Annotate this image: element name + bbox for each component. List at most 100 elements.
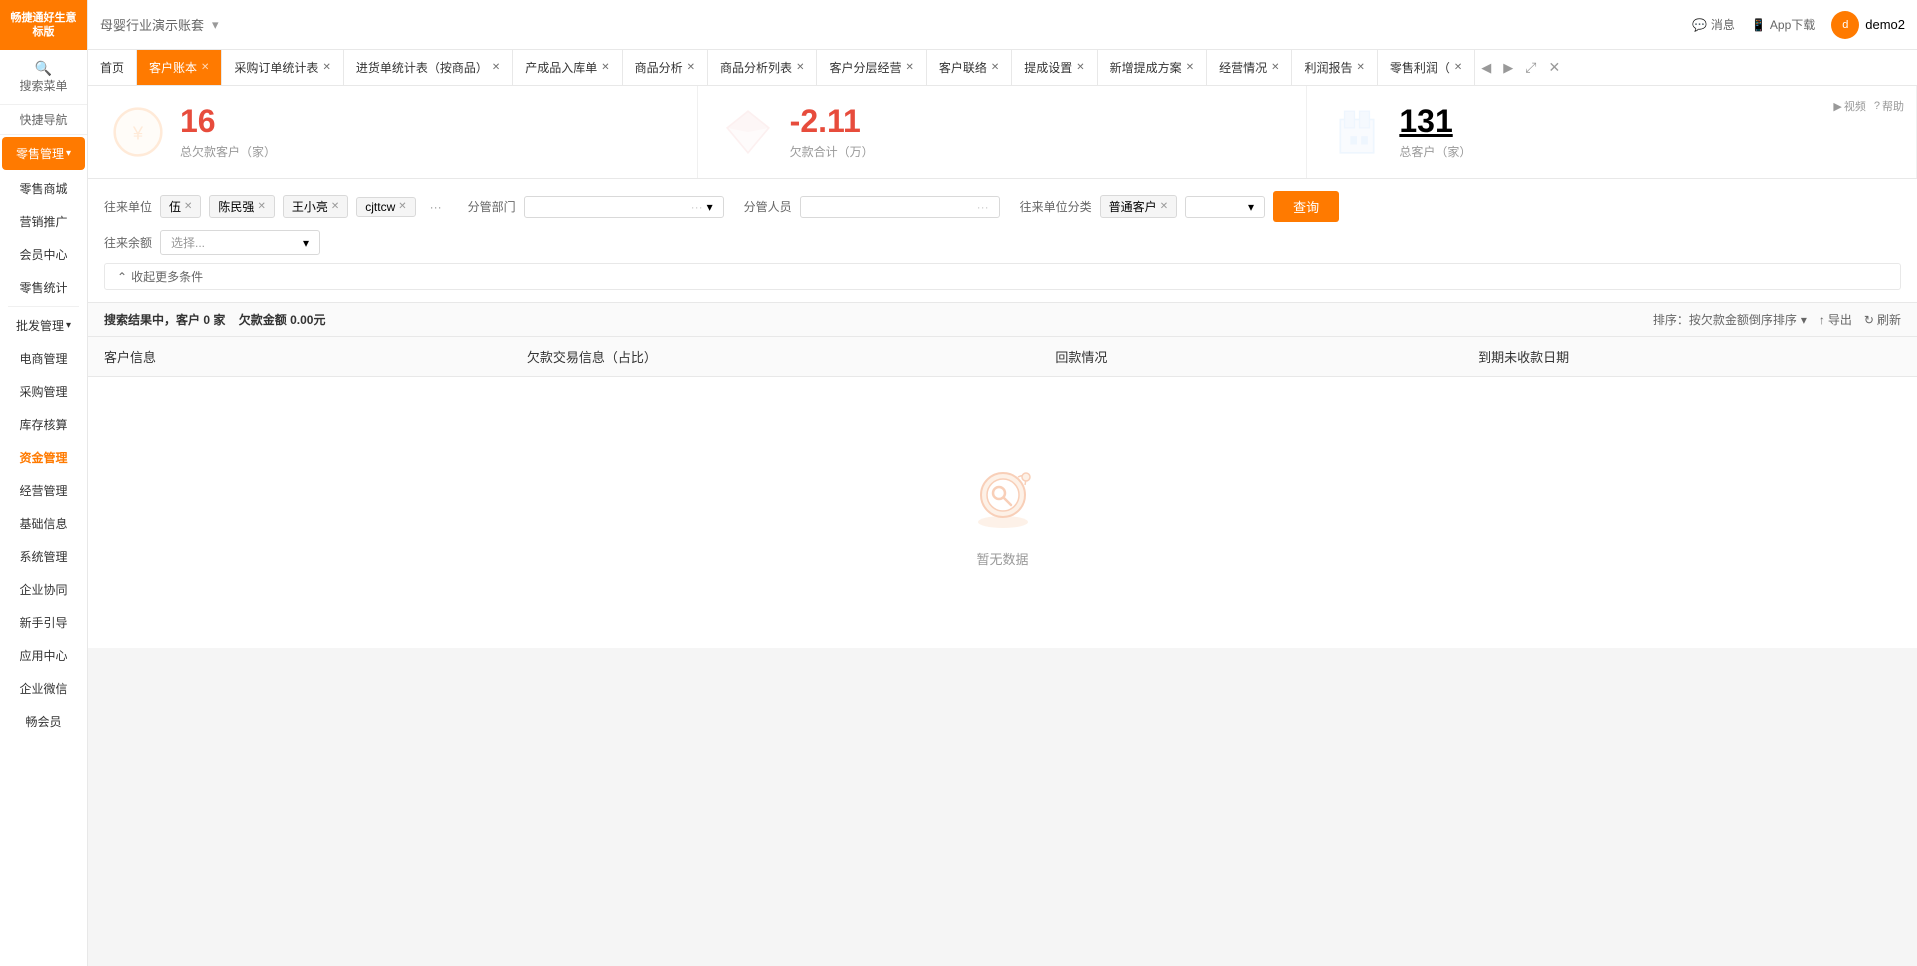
sidebar-item-changhui[interactable]: 畅会员: [0, 705, 87, 738]
tab-customer-contact[interactable]: 客户联络 ✕: [927, 50, 1012, 86]
tab-close-commission[interactable]: ✕: [1076, 62, 1084, 73]
diamond-icon: [718, 102, 778, 162]
tab-operation[interactable]: 经营情况 ✕: [1207, 50, 1292, 86]
filter-tag-close-chen[interactable]: ✕: [257, 201, 265, 212]
sidebar-divider-1: [8, 306, 79, 307]
results-sort[interactable]: 排序：按欠款金额倒序排序 ▾: [1653, 311, 1807, 328]
sidebar-item-retail-mall[interactable]: 零售商城: [0, 172, 87, 205]
filter-unit-label: 往来单位: [104, 198, 152, 215]
sidebar-item-system[interactable]: 系统管理: [0, 540, 87, 573]
tab-close-profit[interactable]: ✕: [1357, 62, 1365, 73]
sidebar-item-retail[interactable]: 零售管理 ▾: [2, 137, 85, 170]
tab-close-purchase-goods[interactable]: ✕: [492, 62, 500, 73]
tab-close-goods-list[interactable]: ✕: [796, 62, 804, 73]
sidebar-item-purchase[interactable]: 采购管理: [0, 375, 87, 408]
video-action[interactable]: ▶ 视频: [1833, 98, 1865, 114]
sidebar-item-weixin[interactable]: 企业微信: [0, 672, 87, 705]
sidebar-item-enterprise[interactable]: 企业协同: [0, 573, 87, 606]
topbar-right: 💬 消息 📱 App下载 d demo2: [1692, 11, 1905, 39]
tab-close-contact[interactable]: ✕: [991, 62, 999, 73]
topbar-user[interactable]: d demo2: [1831, 11, 1905, 39]
filter-tag-close-normal[interactable]: ✕: [1160, 201, 1168, 212]
sidebar-item-retail-stats[interactable]: 零售统计: [0, 271, 87, 304]
results-bar: 搜索结果中，客户 0 家 欠款金额 0.00元 排序：按欠款金额倒序排序 ▾ ↑…: [88, 303, 1917, 337]
tab-purchase-goods[interactable]: 进货单统计表（按商品） ✕: [344, 50, 513, 86]
sidebar-item-member[interactable]: 会员中心: [0, 238, 87, 271]
tab-close-operation[interactable]: ✕: [1271, 62, 1279, 73]
filter-dept-more: ···: [691, 200, 703, 214]
topbar-dropdown-icon[interactable]: ▾: [212, 17, 219, 33]
tab-nav-expand[interactable]: ⤢: [1519, 59, 1542, 76]
table-header-customer: 客户信息: [104, 347, 527, 366]
help-action[interactable]: ? 帮助: [1874, 98, 1904, 114]
customer-count: 0: [203, 313, 210, 327]
tab-retail-profit[interactable]: 零售利润（ ✕: [1378, 50, 1475, 86]
filter-tag-wu[interactable]: 伍 ✕: [160, 195, 201, 218]
tab-customer-layer[interactable]: 客户分层经营 ✕: [817, 50, 926, 86]
filter-person-label: 分管人员: [744, 198, 792, 215]
sidebar-item-basic[interactable]: 基础信息: [0, 507, 87, 540]
topbar-messages[interactable]: 💬 消息: [1692, 16, 1735, 33]
sidebar-item-marketing[interactable]: 营销推广: [0, 205, 87, 238]
filter-unit-type-label: 往来单位分类: [1020, 198, 1092, 215]
tab-purchase-stats[interactable]: 采购订单统计表 ✕: [222, 50, 343, 86]
filter-row-1: 往来单位 伍 ✕ 陈民强 ✕ 王小亮 ✕ cjttcw ✕ ···: [104, 191, 1901, 222]
stat-total-label: 总客户（家）: [1399, 143, 1471, 160]
sidebar-item-operation[interactable]: 经营管理: [0, 474, 87, 507]
tab-commission-new[interactable]: 新增提成方案 ✕: [1098, 50, 1207, 86]
stat-total-customers: 131 总客户（家） ▶ 视频 ? 帮助: [1307, 86, 1917, 178]
tab-close-customer-ledger[interactable]: ✕: [201, 62, 209, 73]
results-info: 搜索结果中，客户 0 家 欠款金额 0.00元: [104, 311, 325, 328]
sidebar-item-guide[interactable]: 新手引导: [0, 606, 87, 639]
filter-dept-arrow: ▾: [707, 200, 713, 214]
tab-profit[interactable]: 利润报告 ✕: [1292, 50, 1377, 86]
tab-close-goods[interactable]: ✕: [687, 62, 695, 73]
sidebar-search[interactable]: 🔍 搜索菜单: [0, 50, 87, 105]
tab-nav-prev[interactable]: ◀: [1475, 60, 1497, 76]
tab-nav-next[interactable]: ▶: [1497, 60, 1519, 76]
empty-text: 暂无数据: [976, 549, 1028, 568]
stat-overdue-number: 16: [180, 105, 276, 137]
topbar-left: 母婴行业演示账套 ▾: [100, 15, 219, 34]
tab-close-production[interactable]: ✕: [601, 62, 609, 73]
sidebar-item-wholesale[interactable]: 批发管理 ▾: [0, 309, 87, 342]
filter-tag-chen[interactable]: 陈民强 ✕: [209, 195, 274, 218]
filter-dept-select[interactable]: ··· ▾: [524, 196, 724, 218]
sidebar-item-finance[interactable]: 资金管理: [0, 441, 87, 474]
query-button[interactable]: 查询: [1273, 191, 1339, 222]
sidebar-quick-nav[interactable]: 快捷导航: [0, 105, 87, 135]
filter-balance-select[interactable]: 选择... ▾: [160, 230, 320, 255]
filter-tag-close-wang[interactable]: ✕: [331, 201, 339, 212]
table-container: 客户信息 欠款交易信息（占比） 回款情况 到期未收款日期: [88, 337, 1917, 648]
refresh-action[interactable]: ↻ 刷新: [1864, 311, 1901, 328]
tab-close-retail-profit[interactable]: ✕: [1454, 62, 1462, 73]
tab-home[interactable]: 首页: [88, 50, 137, 86]
filter-unit-type-select[interactable]: ▾: [1185, 196, 1265, 218]
collapse-button[interactable]: ⌃ 收起更多条件: [104, 263, 1901, 290]
filter-tag-normal[interactable]: 普通客户 ✕: [1100, 195, 1177, 218]
tab-customer-ledger[interactable]: 客户账本 ✕: [137, 50, 222, 86]
tab-commission-setting[interactable]: 提成设置 ✕: [1012, 50, 1097, 86]
filter-tag-wang[interactable]: 王小亮 ✕: [283, 195, 348, 218]
filter-tag-close-cjttcw[interactable]: ✕: [398, 201, 406, 212]
empty-icon: [963, 457, 1043, 537]
tab-close-customer-layer[interactable]: ✕: [905, 62, 913, 73]
sidebar-item-apps[interactable]: 应用中心: [0, 639, 87, 672]
stat-amount-number: -2.11: [790, 105, 874, 137]
topbar-app-download[interactable]: 📱 App下载: [1751, 16, 1815, 33]
tab-close-purchase[interactable]: ✕: [322, 62, 330, 73]
tab-production[interactable]: 产成品入库单 ✕: [513, 50, 622, 86]
sidebar-item-inventory[interactable]: 库存核算: [0, 408, 87, 441]
export-action[interactable]: ↑ 导出: [1819, 311, 1852, 328]
tab-goods-analysis[interactable]: 商品分析 ✕: [623, 50, 708, 86]
sidebar-item-ecommerce[interactable]: 电商管理: [0, 342, 87, 375]
filter-tag-close-wu[interactable]: ✕: [184, 201, 192, 212]
filter-tag-cjttcw[interactable]: cjttcw ✕: [356, 197, 415, 217]
tab-close-all[interactable]: ✕: [1543, 59, 1567, 76]
filter-person-select[interactable]: ···: [800, 196, 1000, 218]
filter-unit-more[interactable]: ···: [424, 198, 448, 216]
filter-balance-label: 往来余额: [104, 234, 152, 251]
tab-goods-analysis-list[interactable]: 商品分析列表 ✕: [708, 50, 817, 86]
collapse-row: ⌃ 收起更多条件: [104, 263, 1901, 290]
tab-close-commission-new[interactable]: ✕: [1186, 62, 1194, 73]
